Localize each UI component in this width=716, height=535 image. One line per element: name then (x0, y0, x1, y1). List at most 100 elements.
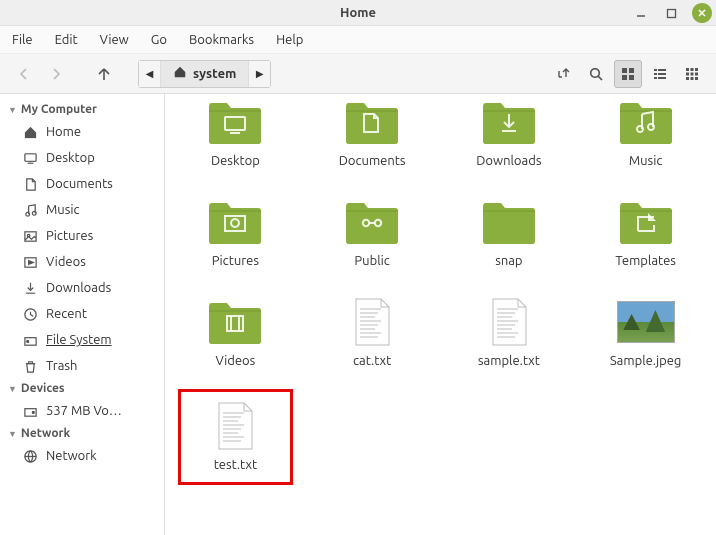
pathbar: ◀ system ▶ (138, 60, 271, 88)
image-thumbnail (617, 298, 675, 346)
sidebar-section[interactable]: ▼ Network (0, 424, 164, 443)
text-file-icon (206, 402, 264, 450)
file-label: cat.txt (353, 354, 391, 368)
path-segment-label: system (193, 67, 236, 81)
folder-icon (480, 98, 538, 146)
up-button[interactable] (90, 60, 118, 88)
text-file-icon (343, 298, 401, 346)
folder-item[interactable]: Downloads (457, 94, 562, 172)
close-button[interactable] (692, 3, 712, 23)
sidebar-item-label: Trash (46, 359, 77, 373)
sidebar-section-label: Devices (21, 382, 65, 395)
compact-view-button[interactable] (678, 60, 706, 88)
content-area[interactable]: Desktop Documents Downloads Music Pictures Pu… (165, 94, 716, 535)
sidebar: ▼ My Computer Home Desktop Documents Music Pic… (0, 94, 165, 535)
sidebar-item-label: Network (46, 449, 97, 463)
folder-icon (206, 98, 264, 146)
videos-icon (22, 254, 38, 270)
maximize-button[interactable] (662, 4, 680, 22)
file-label: snap (495, 254, 522, 268)
file-label: Documents (339, 154, 406, 168)
folder-item[interactable]: Music (593, 94, 698, 172)
sidebar-item-disk[interactable]: 537 MB Vo… (0, 398, 164, 424)
filesystem-icon (22, 332, 38, 348)
path-segment[interactable]: system (161, 61, 248, 87)
chevron-down-icon: ▼ (8, 105, 17, 115)
file-label: Videos (215, 354, 255, 368)
menu-edit[interactable]: Edit (55, 33, 78, 47)
folder-item[interactable]: Videos (183, 294, 288, 372)
menu-help[interactable]: Help (276, 33, 303, 47)
file-label: Templates (615, 254, 676, 268)
sidebar-item-label: Music (46, 203, 80, 217)
pictures-icon (22, 228, 38, 244)
folder-item[interactable]: snap (457, 194, 562, 272)
file-item[interactable]: sample.txt (457, 294, 562, 372)
file-label: test.txt (214, 458, 257, 472)
toggle-location-button[interactable] (550, 60, 578, 88)
sidebar-item-music[interactable]: Music (0, 197, 164, 223)
sidebar-item-documents[interactable]: Documents (0, 171, 164, 197)
sidebar-item-home[interactable]: Home (0, 119, 164, 145)
sidebar-item-videos[interactable]: Videos (0, 249, 164, 275)
sidebar-item-network[interactable]: Network (0, 443, 164, 469)
folder-item[interactable]: Desktop (183, 94, 288, 172)
folder-icon (206, 198, 264, 246)
file-label: Sample.jpeg (610, 354, 682, 368)
main: ▼ My Computer Home Desktop Documents Music Pic… (0, 94, 716, 535)
file-label: Desktop (211, 154, 260, 168)
search-button[interactable] (582, 60, 610, 88)
minimize-button[interactable] (632, 4, 650, 22)
menu-go[interactable]: Go (151, 33, 167, 47)
file-item[interactable]: Sample.jpeg (593, 294, 698, 372)
list-view-button[interactable] (646, 60, 674, 88)
icon-view-button[interactable] (614, 60, 642, 88)
folder-item[interactable]: Documents (320, 94, 425, 172)
sidebar-item-recent[interactable]: Recent (0, 301, 164, 327)
sidebar-item-filesystem[interactable]: File System (0, 327, 164, 353)
menu-view[interactable]: View (100, 33, 129, 47)
path-next-button[interactable]: ▶ (248, 61, 270, 87)
sidebar-item-downloads[interactable]: Downloads (0, 275, 164, 301)
folder-item[interactable]: Pictures (183, 194, 288, 272)
file-item[interactable]: cat.txt (320, 294, 425, 372)
sidebar-item-label: 537 MB Vo… (46, 404, 122, 418)
folder-item[interactable]: Templates (593, 194, 698, 272)
sidebar-section[interactable]: ▼ My Computer (0, 100, 164, 119)
sidebar-item-label: Pictures (46, 229, 93, 243)
folder-icon (617, 98, 675, 146)
sidebar-item-trash[interactable]: Trash (0, 353, 164, 379)
forward-button[interactable] (42, 60, 70, 88)
toolbar: ◀ system ▶ (0, 54, 716, 94)
menubar: File Edit View Go Bookmarks Help (0, 26, 716, 54)
chevron-down-icon: ▼ (8, 384, 17, 394)
path-prev-button[interactable]: ◀ (139, 61, 161, 87)
sidebar-item-desktop[interactable]: Desktop (0, 145, 164, 171)
trash-icon (22, 358, 38, 374)
file-item[interactable]: test.txt (183, 394, 288, 480)
disk-icon (22, 403, 38, 419)
sidebar-section-label: Network (21, 427, 70, 440)
file-label: Music (629, 154, 663, 168)
file-grid: Desktop Documents Downloads Music Pictures Pu… (183, 94, 698, 480)
menu-bookmarks[interactable]: Bookmarks (189, 33, 254, 47)
chevron-down-icon: ▼ (8, 429, 17, 439)
back-button[interactable] (10, 60, 38, 88)
sidebar-section[interactable]: ▼ Devices (0, 379, 164, 398)
sidebar-item-pictures[interactable]: Pictures (0, 223, 164, 249)
folder-icon (617, 198, 675, 246)
music-icon (22, 202, 38, 218)
folder-icon (206, 298, 264, 346)
folder-icon (343, 98, 401, 146)
desktop-icon (22, 150, 38, 166)
sidebar-section-label: My Computer (21, 103, 97, 116)
text-file-icon (480, 298, 538, 346)
file-label: sample.txt (478, 354, 540, 368)
sidebar-item-label: Desktop (46, 151, 95, 165)
downloads-icon (22, 280, 38, 296)
network-icon (22, 448, 38, 464)
documents-icon (22, 176, 38, 192)
menu-file[interactable]: File (12, 33, 33, 47)
home-icon (173, 65, 187, 82)
folder-item[interactable]: Public (320, 194, 425, 272)
